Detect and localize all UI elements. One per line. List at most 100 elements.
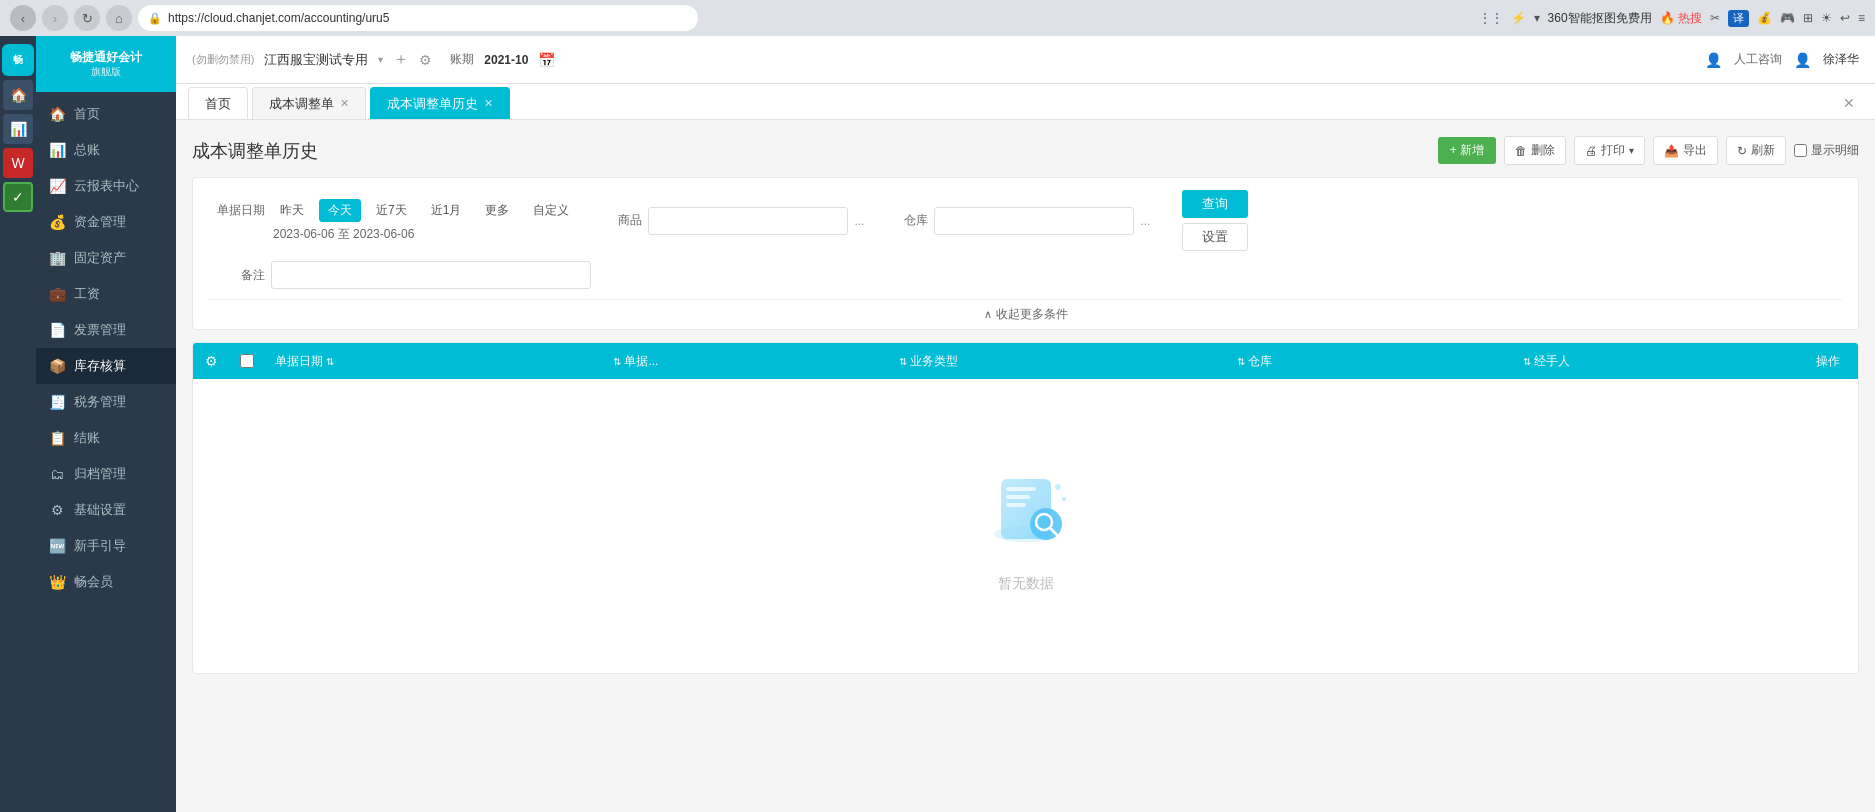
empty-text: 暂无数据: [998, 575, 1054, 593]
sidebar-item-4[interactable]: 🏢固定资产: [36, 240, 176, 276]
home-button[interactable]: ⌂: [106, 5, 132, 31]
sidebar-item-13[interactable]: 👑畅会员: [36, 564, 176, 600]
sidebar-item-label-6: 发票管理: [74, 321, 126, 339]
filter-row-1: 单据日期 昨天 今天 近7天 近1月 更多 自定义 2023-06-06 至 2…: [209, 190, 1842, 251]
tab-cost-adjust[interactable]: 成本调整单 ✕: [252, 87, 366, 119]
calendar-icon[interactable]: 📅: [538, 52, 555, 68]
forward-button[interactable]: ›: [42, 5, 68, 31]
logo-text: 畅捷通好会计: [70, 49, 142, 66]
new-button[interactable]: + 新增: [1438, 137, 1496, 164]
goods-filter-group: 商品 ...: [618, 207, 864, 235]
grid-icon[interactable]: ⊞: [1803, 11, 1813, 25]
sidebar-item-5[interactable]: 💼工资: [36, 276, 176, 312]
back-button[interactable]: ‹: [10, 5, 36, 31]
settings-filter-button[interactable]: 设置: [1182, 223, 1248, 251]
filter-collapse-btn[interactable]: ∧ 收起更多条件: [209, 299, 1842, 329]
svg-point-9: [1062, 497, 1066, 501]
sidebar-item-label-7: 库存核算: [74, 357, 126, 375]
query-button[interactable]: 查询: [1182, 190, 1248, 218]
app-icon-green[interactable]: ✓: [3, 182, 33, 212]
goods-dots[interactable]: ...: [854, 214, 864, 228]
export-button[interactable]: 📤 导出: [1653, 136, 1718, 165]
app-icon-chart[interactable]: 📊: [3, 114, 33, 144]
table-header-date-label: 单据日期: [275, 353, 323, 370]
sidebar-item-8[interactable]: 🧾税务管理: [36, 384, 176, 420]
sidebar-logo: 畅捷通好会计 旗舰版: [36, 36, 176, 92]
show-cols-checkbox[interactable]: [1794, 144, 1807, 157]
sidebar-item-9[interactable]: 📋结账: [36, 420, 176, 456]
company-name[interactable]: 江西服宝测试专用: [264, 51, 368, 69]
app-icon-home[interactable]: 🏠: [3, 80, 33, 110]
sort-operator-icon: ⇅: [1523, 356, 1531, 367]
sidebar-item-12[interactable]: 🆕新手引导: [36, 528, 176, 564]
table-header-no[interactable]: ⇅ 单据...: [603, 353, 888, 370]
scissors-icon[interactable]: ✂: [1710, 11, 1720, 25]
app-icon-chanjet[interactable]: 畅: [2, 44, 34, 76]
settings-menu-icon[interactable]: ≡: [1858, 11, 1865, 25]
sun-icon[interactable]: ☀: [1821, 11, 1832, 25]
lock-icon: 🔒: [148, 12, 162, 25]
sidebar-item-2[interactable]: 📈云报表中心: [36, 168, 176, 204]
browser-menu-icon[interactable]: ⋮⋮: [1479, 11, 1503, 25]
sidebar-item-0[interactable]: 🏠首页: [36, 96, 176, 132]
tab-cost-adjust-close[interactable]: ✕: [340, 97, 349, 110]
sidebar-item-label-0: 首页: [74, 105, 100, 123]
game-icon[interactable]: 🎮: [1780, 11, 1795, 25]
filter-row-2: 备注: [209, 261, 1842, 299]
sidebar-item-11[interactable]: ⚙基础设置: [36, 492, 176, 528]
table-header-operator-label: 经手人: [1534, 353, 1570, 370]
warehouse-dots[interactable]: ...: [1140, 214, 1150, 228]
table-header-type[interactable]: ⇅ 业务类型: [889, 353, 1227, 370]
table-header-settings[interactable]: ⚙: [193, 353, 229, 369]
date-1month-btn[interactable]: 近1月: [422, 199, 471, 222]
tab-close-all[interactable]: ✕: [1835, 87, 1863, 119]
sidebar-item-7[interactable]: 📦库存核算: [36, 348, 176, 384]
translate-icon[interactable]: 译: [1728, 10, 1749, 27]
add-company-icon[interactable]: ＋: [393, 49, 409, 70]
company-dropdown-icon[interactable]: ▾: [378, 54, 383, 65]
goods-filter-label: 商品: [618, 212, 642, 229]
tab-cost-adjust-history[interactable]: 成本调整单历史 ✕: [370, 87, 510, 119]
settings-icon[interactable]: ⚙: [419, 52, 432, 68]
sidebar-item-3[interactable]: 💰资金管理: [36, 204, 176, 240]
goods-input[interactable]: [648, 207, 848, 235]
table-header-check[interactable]: [229, 354, 265, 368]
date-today-btn[interactable]: 今天: [319, 199, 361, 222]
tab-cost-adjust-history-close[interactable]: ✕: [484, 97, 493, 110]
sidebar-item-1[interactable]: 📊总账: [36, 132, 176, 168]
table-header-warehouse[interactable]: ⇅ 仓库: [1227, 353, 1512, 370]
print-button[interactable]: 🖨 打印 ▾: [1574, 136, 1645, 165]
sidebar-nav: 🏠首页📊总账📈云报表中心💰资金管理🏢固定资产💼工资📄发票管理📦库存核算🧾税务管理…: [36, 92, 176, 812]
sidebar-item-label-1: 总账: [74, 141, 100, 159]
remark-input[interactable]: [271, 261, 591, 289]
refresh-button[interactable]: ↻ 刷新: [1726, 136, 1786, 165]
table-header-operator[interactable]: ⇅ 经手人: [1513, 353, 1798, 370]
address-bar[interactable]: 🔒 https://cloud.chanjet.com/accounting/u…: [138, 5, 698, 31]
dropdown-icon[interactable]: ▾: [1534, 11, 1540, 25]
date-yesterday-btn[interactable]: 昨天: [271, 199, 313, 222]
page-header: 成本调整单历史 + 新增 🗑 删除 🖨 打印 ▾ 📤 导出: [192, 136, 1859, 165]
date-7days-btn[interactable]: 近7天: [367, 199, 416, 222]
app-icon-red[interactable]: W: [3, 148, 33, 178]
export-icon: 📤: [1664, 144, 1679, 158]
warehouse-input[interactable]: [934, 207, 1134, 235]
sidebar-item-label-4: 固定资产: [74, 249, 126, 267]
table-header-date[interactable]: 单据日期 ⇅: [265, 353, 603, 370]
table-select-all-checkbox[interactable]: [240, 354, 254, 368]
show-cols-checkbox-label[interactable]: 显示明细: [1794, 142, 1859, 159]
delete-button[interactable]: 🗑 删除: [1504, 136, 1566, 165]
reload-button[interactable]: ↻: [74, 5, 100, 31]
sidebar-item-10[interactable]: 🗂归档管理: [36, 456, 176, 492]
top-bar: (勿删勿禁用) 江西服宝测试专用 ▾ ＋ ⚙ 账期 2021-10 📅 👤 人工…: [176, 36, 1875, 84]
app-icon-strip: 畅 🏠 📊 W ✓: [0, 36, 36, 812]
date-custom-btn[interactable]: 自定义: [524, 199, 578, 222]
support-label[interactable]: 人工咨询: [1734, 51, 1782, 68]
wallet-icon[interactable]: 💰: [1757, 11, 1772, 25]
lightning-icon[interactable]: ⚡: [1511, 11, 1526, 25]
date-more-btn[interactable]: 更多: [476, 199, 518, 222]
tab-home[interactable]: 首页: [188, 87, 248, 119]
sidebar-item-6[interactable]: 📄发票管理: [36, 312, 176, 348]
user-name[interactable]: 徐泽华: [1823, 51, 1859, 68]
print-dropdown-icon: ▾: [1629, 145, 1634, 156]
undo-icon[interactable]: ↩: [1840, 11, 1850, 25]
